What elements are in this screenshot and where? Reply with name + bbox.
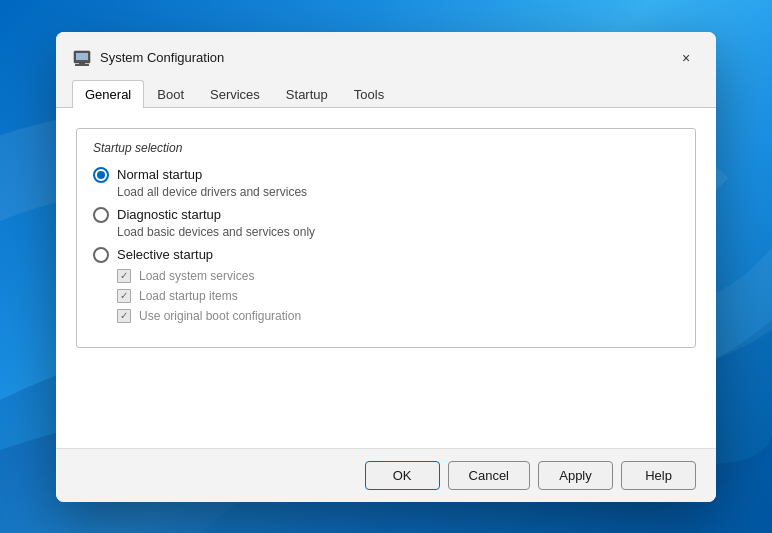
system-config-dialog: System Configuration × General Boot Serv…	[56, 32, 716, 502]
checkbox-use-original-label: Use original boot configuration	[139, 309, 301, 323]
tab-startup[interactable]: Startup	[273, 80, 341, 108]
checkbox-load-startup-box[interactable]: ✓	[117, 289, 131, 303]
checkbox-use-original-row: ✓ Use original boot configuration	[117, 309, 679, 323]
checkbox-load-system-box[interactable]: ✓	[117, 269, 131, 283]
checkbox-load-startup-label: Load startup items	[139, 289, 238, 303]
radio-selective-row[interactable]: Selective startup	[93, 247, 679, 263]
svg-rect-3	[79, 63, 85, 64]
svg-rect-1	[76, 53, 88, 60]
close-button[interactable]: ×	[672, 44, 700, 72]
cancel-button[interactable]: Cancel	[448, 461, 530, 490]
content-area: Startup selection Normal startup Load al…	[56, 108, 716, 448]
radio-diagnostic-sub: Load basic devices and services only	[117, 225, 679, 239]
dialog-footer: OK Cancel Apply Help	[56, 448, 716, 502]
tab-general[interactable]: General	[72, 80, 144, 108]
radio-normal-item: Normal startup Load all device drivers a…	[93, 167, 679, 199]
radio-normal-row[interactable]: Normal startup	[93, 167, 679, 183]
radio-normal-circle[interactable]	[93, 167, 109, 183]
radio-diagnostic-label: Diagnostic startup	[117, 207, 221, 222]
tab-boot[interactable]: Boot	[144, 80, 197, 108]
title-bar: System Configuration ×	[56, 32, 716, 72]
radio-normal-label: Normal startup	[117, 167, 202, 182]
radio-selective-circle[interactable]	[93, 247, 109, 263]
startup-selection-group: Startup selection Normal startup Load al…	[76, 128, 696, 348]
group-label: Startup selection	[93, 141, 679, 155]
checkbox-load-system-label: Load system services	[139, 269, 254, 283]
radio-diagnostic-row[interactable]: Diagnostic startup	[93, 207, 679, 223]
checkbox-load-startup-row: ✓ Load startup items	[117, 289, 679, 303]
radio-selective-item: Selective startup ✓ Load system services…	[93, 247, 679, 323]
tab-services[interactable]: Services	[197, 80, 273, 108]
dialog-title: System Configuration	[100, 50, 664, 65]
apply-button[interactable]: Apply	[538, 461, 613, 490]
svg-rect-2	[75, 64, 89, 66]
help-button[interactable]: Help	[621, 461, 696, 490]
tab-tools[interactable]: Tools	[341, 80, 397, 108]
radio-diagnostic-item: Diagnostic startup Load basic devices an…	[93, 207, 679, 239]
checkbox-load-system-row: ✓ Load system services	[117, 269, 679, 283]
tab-bar: General Boot Services Startup Tools	[56, 72, 716, 108]
radio-normal-sub: Load all device drivers and services	[117, 185, 679, 199]
dialog-icon	[72, 48, 92, 68]
radio-diagnostic-circle[interactable]	[93, 207, 109, 223]
checkbox-use-original-box[interactable]: ✓	[117, 309, 131, 323]
ok-button[interactable]: OK	[365, 461, 440, 490]
radio-selective-label: Selective startup	[117, 247, 213, 262]
